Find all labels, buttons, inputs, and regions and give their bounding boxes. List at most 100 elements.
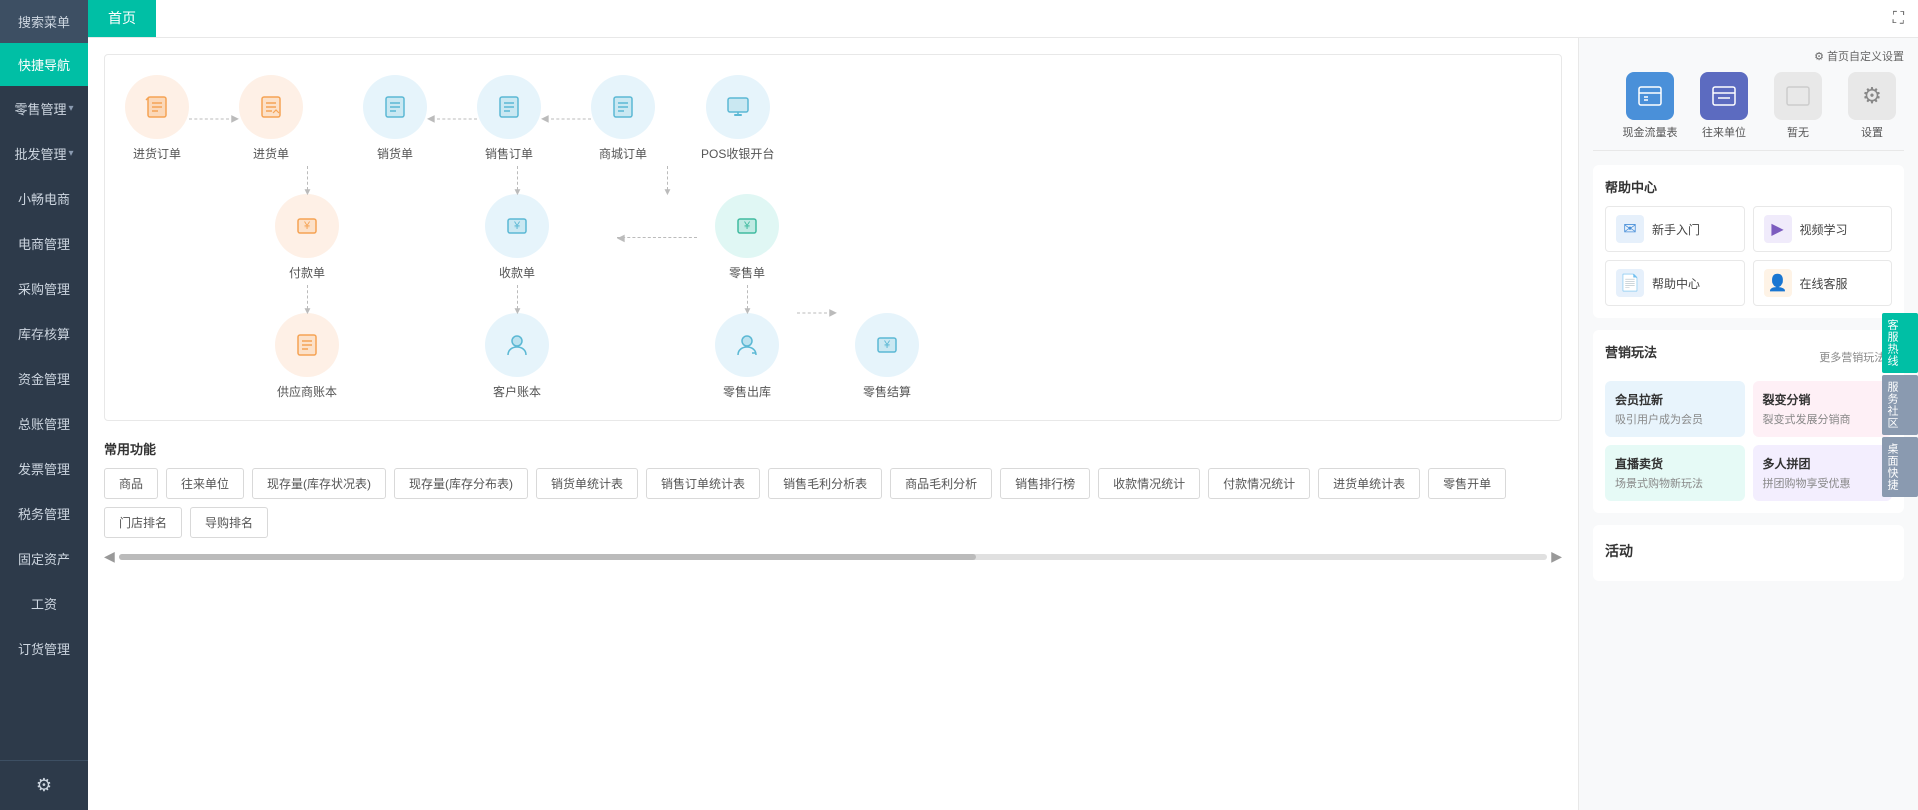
retail-settle-icon[interactable]: ¥ xyxy=(855,313,919,377)
tab-bar: 首页 ⛶ xyxy=(88,0,1918,38)
mall-order-icon[interactable] xyxy=(591,75,655,139)
scroll-track[interactable] xyxy=(119,554,1547,560)
marketing-grid: 会员拉新 吸引用户成为会员 裂变分销 裂变式发展分销商 直播卖货 场景式购物新玩… xyxy=(1605,381,1892,501)
purchase-order-label: 进货订单 xyxy=(133,145,181,162)
marketing-box: 营销玩法 更多营销玩法 › 会员拉新 吸引用户成为会员 裂变分销 裂变式发展分销… xyxy=(1593,330,1904,513)
btn-sales-stat[interactable]: 销货单统计表 xyxy=(536,468,638,499)
flow-diagram: 进货订单 进货单 xyxy=(104,54,1562,421)
partners-icon xyxy=(1700,72,1748,120)
sidebar-item-salary[interactable]: 工资 xyxy=(0,581,88,626)
retail-out-icon[interactable] xyxy=(715,313,779,377)
quick-icon-none[interactable]: 暂无 xyxy=(1766,72,1830,140)
purchase-label: 进货单 xyxy=(253,145,289,162)
service-icon: 👤 xyxy=(1764,269,1792,297)
group-card-sub: 拼团购物享受优惠 xyxy=(1763,475,1883,491)
flow-node-supplier-ledger: 供应商账本 xyxy=(257,313,357,400)
float-btn-desktop[interactable]: 桌面快捷 xyxy=(1882,437,1918,497)
sidebar-item-label: 固定资产 xyxy=(18,549,70,568)
sidebar-item-ecom-mgmt[interactable]: 电商管理 xyxy=(0,221,88,266)
btn-sales-profit[interactable]: 销售毛利分析表 xyxy=(768,468,882,499)
flow-node-purchase: 进货单 xyxy=(239,75,303,162)
marketing-card-live[interactable]: 直播卖货 场景式购物新玩法 xyxy=(1605,445,1745,501)
btn-stock-dist[interactable]: 现存量(库存分布表) xyxy=(394,468,528,499)
scroll-right-btn[interactable]: ▶ xyxy=(1551,548,1562,565)
sidebar-item-assets[interactable]: 固定资产 xyxy=(0,536,88,581)
quick-nav[interactable]: 快捷导航 xyxy=(0,43,88,86)
tab-home[interactable]: 首页 xyxy=(88,0,156,37)
pos-icon[interactable] xyxy=(706,75,770,139)
sidebar-item-order[interactable]: 订货管理 xyxy=(0,626,88,671)
mall-order-label: 商城订单 xyxy=(599,145,647,162)
float-btn-community[interactable]: 服务社区 xyxy=(1882,375,1918,435)
btn-goods-profit[interactable]: 商品毛利分析 xyxy=(890,468,992,499)
sidebar-item-label: 订货管理 xyxy=(18,639,70,658)
purchase-order-icon[interactable] xyxy=(125,75,189,139)
sidebar-item-ecom[interactable]: 小畅电商 xyxy=(0,176,88,221)
down-arrow-retail xyxy=(697,285,797,309)
help-item-video[interactable]: ▶ 视频学习 xyxy=(1753,206,1893,252)
sales-label: 销货单 xyxy=(377,145,413,162)
chevron-down-icon: ▾ xyxy=(68,103,73,114)
sidebar-item-label: 发票管理 xyxy=(18,459,70,478)
float-buttons: 客服热线 服务社区 桌面快捷 xyxy=(1882,313,1918,497)
sidebar-item-wholesale[interactable]: 批发管理 ▾ xyxy=(0,131,88,176)
settings-icon[interactable]: ⚙ xyxy=(0,761,88,810)
sidebar-item-label: 资金管理 xyxy=(18,369,70,388)
scroll-left-btn[interactable]: ◀ xyxy=(104,548,115,565)
help-item-service[interactable]: 👤 在线客服 xyxy=(1753,260,1893,306)
arrow-to-retail: ◀ xyxy=(617,237,697,238)
sidebar-item-retail[interactable]: 零售管理 ▾ xyxy=(0,86,88,131)
sidebar-item-tax[interactable]: 税务管理 xyxy=(0,491,88,536)
customer-ledger-icon[interactable] xyxy=(485,313,549,377)
receipt-icon[interactable]: ¥ xyxy=(485,194,549,258)
btn-stock-status[interactable]: 现存量(库存状况表) xyxy=(252,468,386,499)
btn-retail-order[interactable]: 零售开单 xyxy=(1428,468,1506,499)
flow-node-pos: POS收银开台 xyxy=(701,75,774,162)
float-btn-service[interactable]: 客服热线 xyxy=(1882,313,1918,373)
marketing-card-fission[interactable]: 裂变分销 裂变式发展分销商 xyxy=(1753,381,1893,437)
sales-order-label: 销售订单 xyxy=(485,145,533,162)
retail-bill-icon[interactable]: ¥ xyxy=(715,194,779,258)
spacer-da2-2 xyxy=(357,285,467,309)
btn-sales-order-stat[interactable]: 销售订单统计表 xyxy=(646,468,760,499)
payment-icon[interactable]: ¥ xyxy=(275,194,339,258)
btn-sales-rank[interactable]: 销售排行榜 xyxy=(1000,468,1090,499)
btn-guide-rank[interactable]: 导购排名 xyxy=(190,507,268,538)
btn-receipt-stat[interactable]: 收款情况统计 xyxy=(1098,468,1200,499)
btn-purchase-stat[interactable]: 进货单统计表 xyxy=(1318,468,1420,499)
sidebar-item-label: 电商管理 xyxy=(18,234,70,253)
quick-icon-partners[interactable]: 往来单位 xyxy=(1692,72,1756,140)
marketing-card-group[interactable]: 多人拼团 拼团购物享受优惠 xyxy=(1753,445,1893,501)
sidebar-item-inventory[interactable]: 库存核算 xyxy=(0,311,88,356)
btn-goods[interactable]: 商品 xyxy=(104,468,158,499)
supplier-ledger-icon[interactable] xyxy=(275,313,339,377)
sidebar-item-invoice[interactable]: 发票管理 xyxy=(0,446,88,491)
settings-label: 设置 xyxy=(1861,124,1883,140)
left-panel: 进货订单 进货单 xyxy=(88,38,1578,810)
sidebar-item-label: 小畅电商 xyxy=(18,189,70,208)
quick-icon-cashflow[interactable]: 现金流量表 xyxy=(1618,72,1682,140)
customize-btn[interactable]: ⚙ 首页自定义设置 xyxy=(1593,48,1904,64)
help-item-beginner[interactable]: ✉ 新手入门 xyxy=(1605,206,1745,252)
quick-icon-settings[interactable]: ⚙ 设置 xyxy=(1840,72,1904,140)
live-card-sub: 场景式购物新玩法 xyxy=(1615,475,1735,491)
sidebar-item-finance[interactable]: 资金管理 xyxy=(0,356,88,401)
flow-row-1: 进货订单 进货单 xyxy=(125,75,1541,162)
sidebar-item-ledger[interactable]: 总账管理 xyxy=(0,401,88,446)
purchase-icon[interactable] xyxy=(239,75,303,139)
sales-order-icon[interactable] xyxy=(477,75,541,139)
btn-store-rank[interactable]: 门店排名 xyxy=(104,507,182,538)
btn-payment-stat[interactable]: 付款情况统计 xyxy=(1208,468,1310,499)
common-buttons-grid: 商品 往来单位 现存量(库存状况表) 现存量(库存分布表) 销货单统计表 销售订… xyxy=(104,468,1562,538)
help-item-help[interactable]: 📄 帮助中心 xyxy=(1605,260,1745,306)
help-center-box: 帮助中心 ✉ 新手入门 ▶ 视频学习 📄 帮助中心 👤 xyxy=(1593,165,1904,318)
search-menu[interactable]: 搜索菜单 xyxy=(0,0,88,43)
sidebar-item-purchase[interactable]: 采购管理 xyxy=(0,266,88,311)
marketing-card-member[interactable]: 会员拉新 吸引用户成为会员 xyxy=(1605,381,1745,437)
payment-label: 付款单 xyxy=(289,264,325,281)
btn-partners[interactable]: 往来单位 xyxy=(166,468,244,499)
partners-label: 往来单位 xyxy=(1702,124,1746,140)
down-arrow-purchase xyxy=(257,166,357,190)
expand-icon[interactable]: ⛶ xyxy=(1879,10,1918,28)
sales-icon[interactable] xyxy=(363,75,427,139)
